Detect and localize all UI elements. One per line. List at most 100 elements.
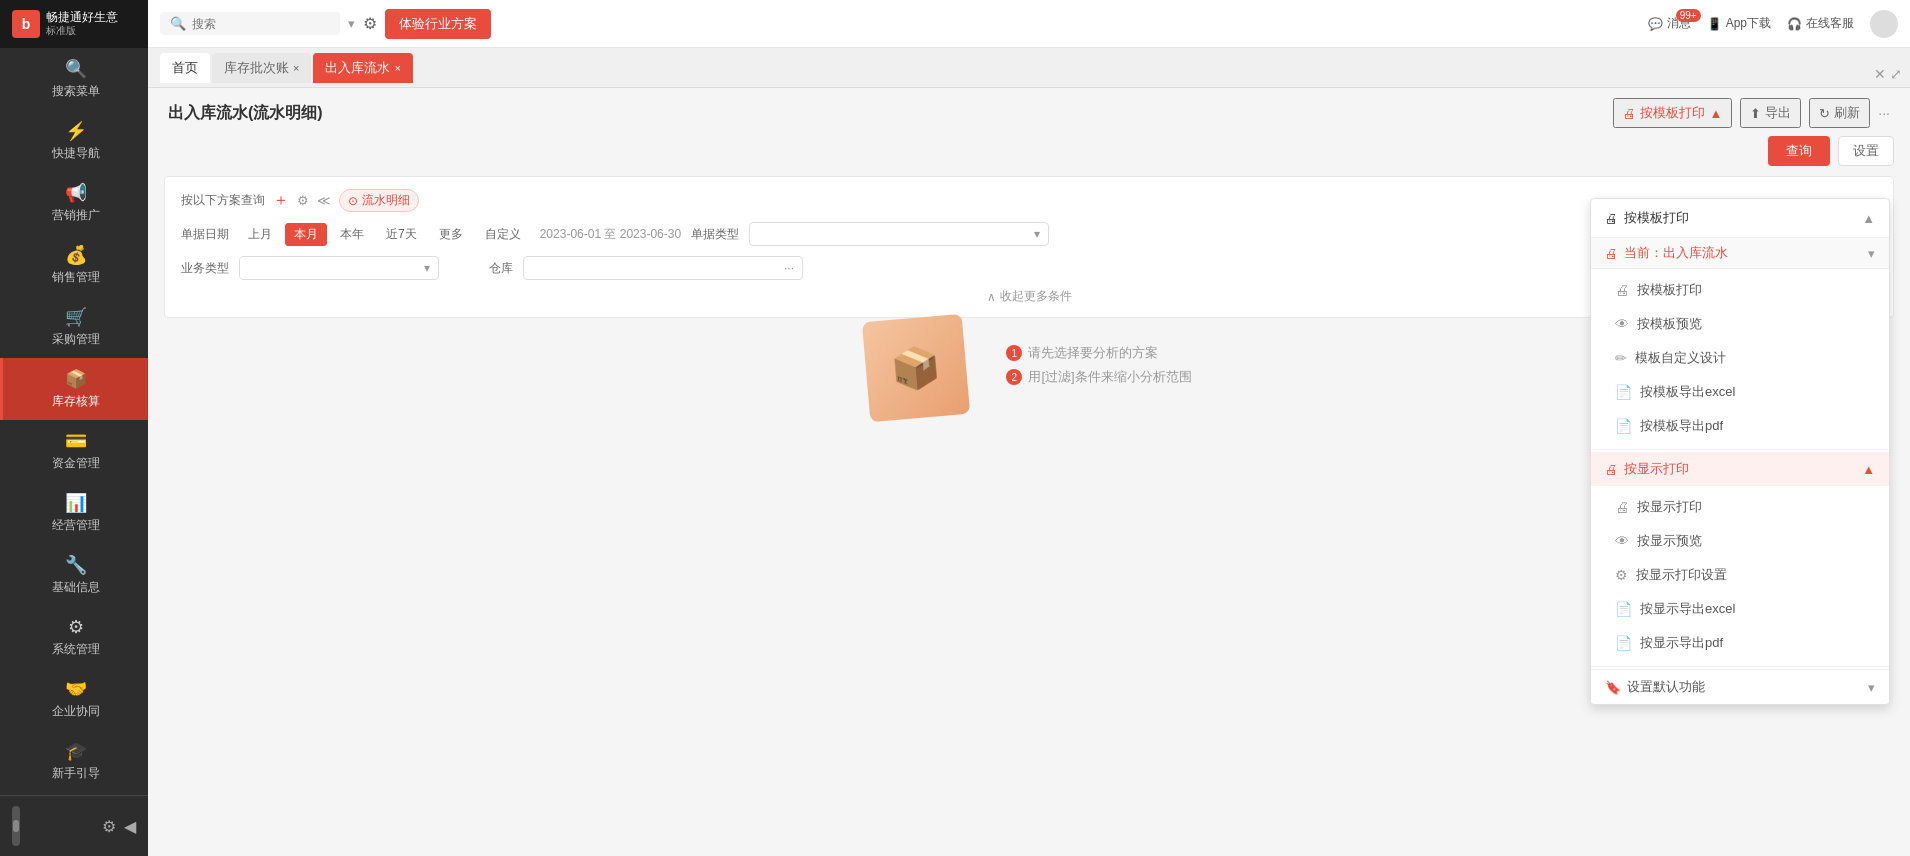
export-label: 导出 <box>1765 104 1791 122</box>
dp-display-settings[interactable]: ⚙ 按显示打印设置 <box>1591 558 1889 592</box>
dp-template-custom-icon: ✏ <box>1615 350 1627 366</box>
topbar-dropdown-chevron[interactable]: ▾ <box>348 16 355 31</box>
tab-flow-label: 出入库流水 <box>325 59 390 77</box>
topbar-search-box[interactable]: 🔍 <box>160 12 340 35</box>
dp-current-left: 🖨 当前：出入库流水 <box>1605 244 1728 262</box>
sidebar-logo: b 畅捷通好生意 标准版 <box>0 0 148 48</box>
industry-solution-button[interactable]: 体验行业方案 <box>385 9 491 39</box>
printer-icon: 🖨 <box>1623 106 1636 121</box>
sidebar-item-shortcut[interactable]: ⚡ 快捷导航 <box>0 110 148 172</box>
topbar-search-input[interactable] <box>192 17 312 31</box>
dp-template-custom[interactable]: ✏ 模板自定义设计 <box>1591 341 1889 375</box>
sidebar-item-basic[interactable]: 🔧 基础信息 <box>0 544 148 606</box>
filter-collapse-icon[interactable]: ≪ <box>317 193 331 208</box>
dp-display-print[interactable]: 🖨 按显示打印 <box>1591 490 1889 524</box>
sidebar-item-search-label: 搜索菜单 <box>52 83 100 100</box>
settings-button[interactable]: 设置 <box>1838 136 1894 166</box>
dp-divider <box>1591 449 1889 450</box>
dp-display-print-icon: 🖨 <box>1615 499 1629 515</box>
dp-display-print-label: 按显示打印 <box>1637 498 1702 516</box>
main-content: 🔍 ▾ ⚙ 体验行业方案 💬 消息 99+ 📱 App下载 🎧 在线客服 <box>148 0 1910 856</box>
filter-tag-icon: ⊙ <box>348 194 358 208</box>
page-title: 出入库流水(流水明细) <box>168 103 323 124</box>
sidebar-item-purchase-label: 采购管理 <box>52 331 100 348</box>
date-more[interactable]: 更多 <box>430 223 472 246</box>
dp-template-print[interactable]: 🖨 按模板打印 <box>1591 273 1889 307</box>
tab-batch[interactable]: 库存批次账 × <box>212 53 311 83</box>
sidebar-item-sales[interactable]: 💰 销售管理 <box>0 234 148 296</box>
sales-icon: 💰 <box>65 244 87 266</box>
dp-header-chevron[interactable]: ▲ <box>1862 211 1875 226</box>
message-button[interactable]: 💬 消息 99+ <box>1648 15 1691 32</box>
sidebar-item-marketing[interactable]: 📢 营销推广 <box>0 172 148 234</box>
sidebar: b 畅捷通好生意 标准版 🔍 搜索菜单 ⚡ 快捷导航 📢 营销推广 💰 销售管理… <box>0 0 148 856</box>
collapse-label: 收起更多条件 <box>1000 288 1072 305</box>
date-custom[interactable]: 自定义 <box>476 223 530 246</box>
sidebar-item-system[interactable]: ⚙ 系统管理 <box>0 606 148 668</box>
dp-template-preview[interactable]: 👁 按模板预览 <box>1591 307 1889 341</box>
tab-flow-close[interactable]: × <box>394 62 400 74</box>
tab-batch-close[interactable]: × <box>293 62 299 74</box>
date-this-month[interactable]: 本月 <box>285 223 327 246</box>
sidebar-item-cooperation[interactable]: 🤝 企业协同 <box>0 668 148 730</box>
date-this-year[interactable]: 本年 <box>331 223 373 246</box>
dp-template-pdf[interactable]: 📄 按模板导出pdf <box>1591 409 1889 443</box>
doctype-select-chevron: ▾ <box>1034 227 1040 241</box>
more-options-button[interactable]: ··· <box>1878 105 1890 121</box>
print-template-button[interactable]: 🖨 按模板打印 ▲ <box>1613 98 1732 128</box>
dp-display-settings-icon: ⚙ <box>1615 567 1628 583</box>
finance-icon: 💳 <box>65 430 87 452</box>
print-dropdown-panel: 🖨 按模板打印 ▲ 🖨 当前：出入库流水 ▾ <box>1590 198 1890 705</box>
query-button[interactable]: 查询 <box>1768 136 1830 166</box>
dp-template-pdf-icon: 📄 <box>1615 418 1632 434</box>
dp-template-excel-label: 按模板导出excel <box>1640 383 1735 401</box>
dp-display-excel[interactable]: 📄 按显示导出excel <box>1591 592 1889 626</box>
filter-settings-icon[interactable]: ⚙ <box>297 193 309 208</box>
dp-template-excel[interactable]: 📄 按模板导出excel <box>1591 375 1889 409</box>
date-filter-label: 单据日期 <box>181 226 229 243</box>
dp-template-custom-label: 模板自定义设计 <box>1635 349 1726 367</box>
sidebar-item-guide[interactable]: 🎓 新手引导 <box>0 730 148 792</box>
operation-icon: 📊 <box>65 492 87 514</box>
sidebar-item-finance[interactable]: 💳 资金管理 <box>0 420 148 482</box>
app-download-button[interactable]: 📱 App下载 <box>1707 15 1771 32</box>
date-last-7[interactable]: 近7天 <box>377 223 426 246</box>
user-avatar[interactable] <box>1870 10 1898 38</box>
dp-display-preview[interactable]: 👁 按显示预览 <box>1591 524 1889 558</box>
dp-title: 按模板打印 <box>1624 209 1689 227</box>
window-maximize-button[interactable]: ⤢ <box>1890 66 1902 82</box>
dp-display-pdf[interactable]: 📄 按显示导出pdf <box>1591 626 1889 660</box>
sidebar-item-operation[interactable]: 📊 经营管理 <box>0 482 148 544</box>
tab-flow[interactable]: 出入库流水 × <box>313 53 412 83</box>
cooperation-icon: 🤝 <box>65 678 87 700</box>
window-close-button[interactable]: ✕ <box>1874 66 1886 82</box>
collapse-up-icon: ∧ <box>987 290 996 304</box>
sidebar-item-inventory[interactable]: 📦 库存核算 <box>0 358 148 420</box>
filter-add-button[interactable]: ＋ <box>273 190 289 211</box>
dp-display-section-header[interactable]: 🖨 按显示打印 ▲ <box>1591 452 1889 486</box>
dp-footer[interactable]: 🔖 设置默认功能 ▾ <box>1591 669 1889 704</box>
dp-template-section: 🖨 按模板打印 👁 按模板预览 ✏ 模板自定义设计 📄 <box>1591 269 1889 447</box>
doctype-select[interactable]: ▾ <box>749 222 1049 246</box>
sidebar-item-search[interactable]: 🔍 搜索菜单 <box>0 48 148 110</box>
warehouse-select[interactable]: ··· <box>523 256 803 280</box>
online-service-button[interactable]: 🎧 在线客服 <box>1787 15 1854 32</box>
dp-current-chevron[interactable]: ▾ <box>1868 246 1875 261</box>
dp-display-settings-label: 按显示打印设置 <box>1636 566 1727 584</box>
sidebar-collapse-icon[interactable]: ◀ <box>124 817 136 836</box>
topbar-gear-icon[interactable]: ⚙ <box>363 14 377 33</box>
dp-current-item[interactable]: 🖨 当前：出入库流水 ▾ <box>1591 238 1889 269</box>
export-button[interactable]: ⬆ 导出 <box>1740 98 1801 128</box>
dp-footer-chevron: ▾ <box>1868 680 1875 695</box>
business-type-select[interactable]: ▾ <box>239 256 439 280</box>
tab-home[interactable]: 首页 <box>160 53 210 83</box>
refresh-button[interactable]: ↻ 刷新 <box>1809 98 1870 128</box>
dp-template-print-icon: 🖨 <box>1615 282 1629 298</box>
warehouse-more-icon: ··· <box>784 261 794 275</box>
hint-num-2: 2 <box>1006 369 1022 385</box>
dp-printer-icon: 🖨 <box>1605 211 1618 226</box>
date-last-month[interactable]: 上月 <box>239 223 281 246</box>
sidebar-item-purchase[interactable]: 🛒 采购管理 <box>0 296 148 358</box>
sidebar-settings-icon[interactable]: ⚙ <box>102 817 116 836</box>
inventory-icon: 📦 <box>65 368 87 390</box>
